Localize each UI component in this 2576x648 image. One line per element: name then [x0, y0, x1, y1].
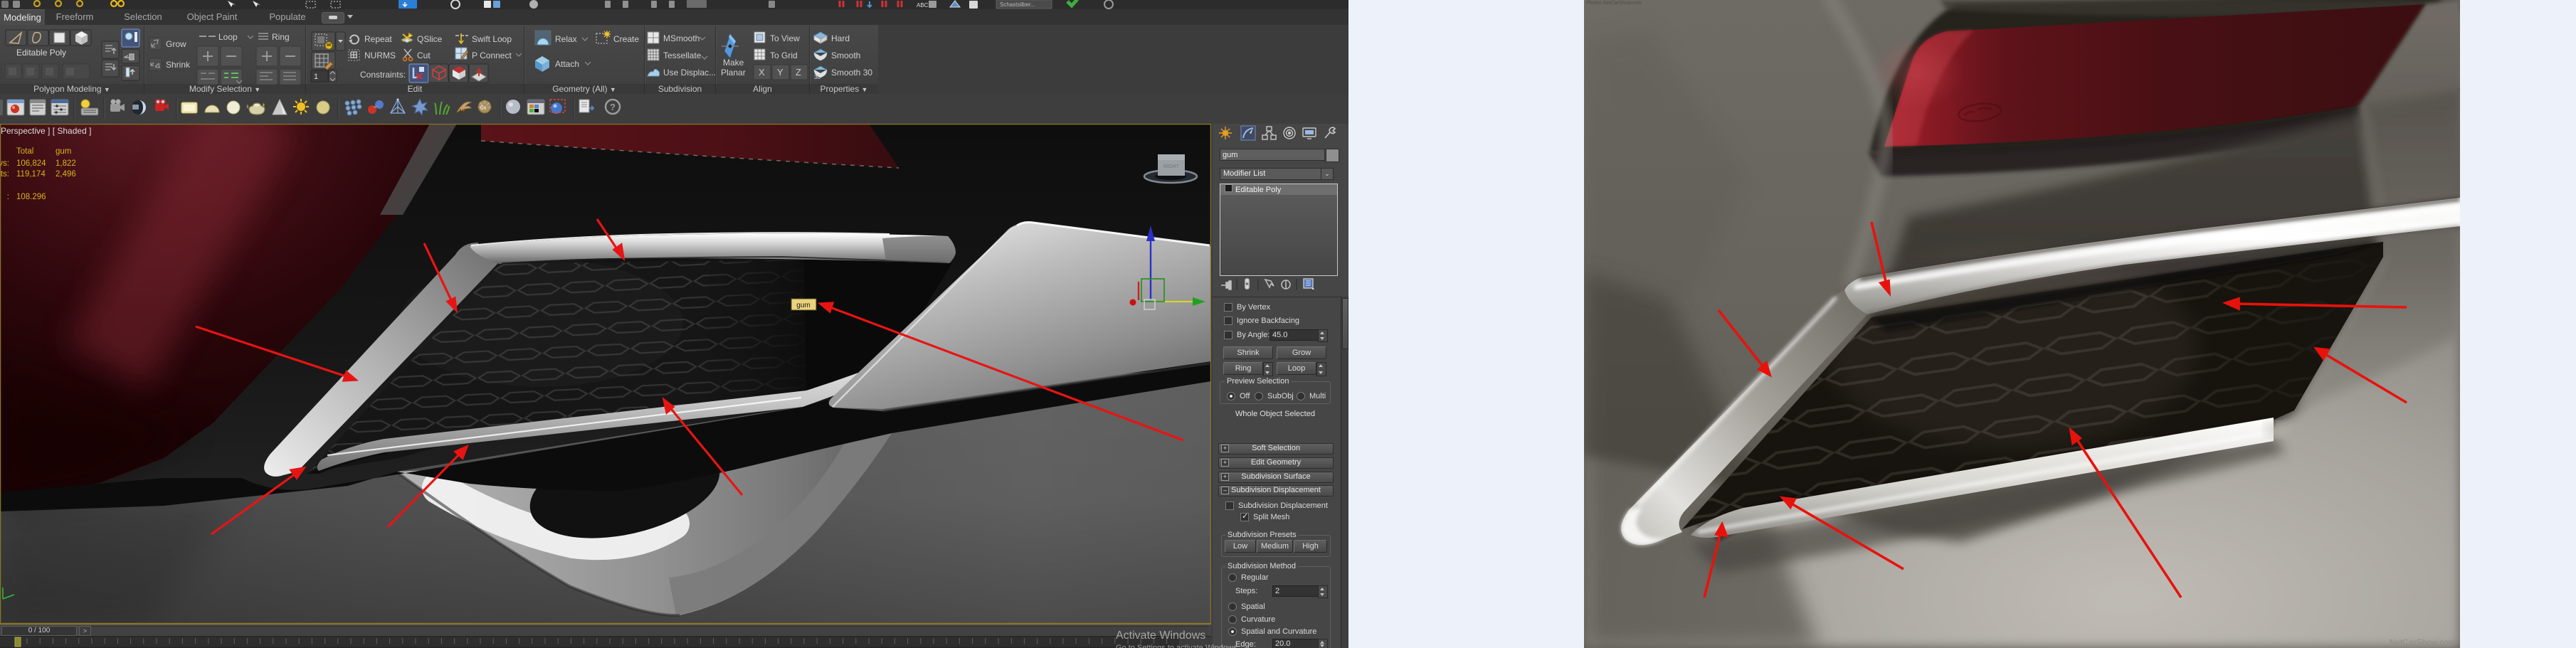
svg-text:Planar: Planar: [721, 68, 746, 78]
svg-text:NetCarShow.com: NetCarShow.com: [2390, 637, 2456, 647]
svg-text:Y: Y: [777, 67, 783, 78]
svg-text:Make: Make: [723, 58, 744, 68]
svg-text:Ring: Ring: [272, 32, 290, 42]
svg-text:1: 1: [314, 73, 318, 81]
svg-text:gum: gum: [56, 147, 71, 156]
svg-text:30: 30: [814, 74, 820, 80]
svg-text:Editable Poly: Editable Poly: [16, 48, 66, 58]
svg-text:Cut: Cut: [417, 51, 431, 60]
svg-text:QSlice: QSlice: [417, 34, 443, 44]
svg-text:108.296: 108.296: [16, 193, 46, 201]
svg-text:Grow: Grow: [166, 39, 186, 49]
svg-text:1,822: 1,822: [56, 159, 76, 168]
svg-text:gum: gum: [796, 302, 810, 309]
svg-text:ABC: ABC: [917, 2, 929, 9]
svg-text:Relax: Relax: [555, 34, 577, 44]
svg-text:Perspective ] [ Shaded ]: Perspective ] [ Shaded ]: [1, 126, 91, 136]
svg-text:?: ?: [610, 102, 616, 112]
svg-text:RIGHT: RIGHT: [1163, 164, 1180, 169]
svg-text:Tessellate: Tessellate: [663, 51, 702, 60]
svg-text:To View: To View: [770, 33, 800, 43]
svg-text:vs:: vs:: [0, 159, 9, 168]
svg-text:Schastsilber...: Schastsilber...: [1000, 1, 1035, 8]
svg-text:Shrink: Shrink: [166, 60, 191, 70]
svg-text:Smooth 30: Smooth 30: [831, 68, 872, 78]
svg-text:X: X: [759, 67, 765, 78]
svg-text:Constraints:: Constraints:: [360, 70, 406, 80]
svg-text:Loop: Loop: [218, 32, 238, 42]
svg-text:2,496: 2,496: [56, 170, 76, 179]
svg-text:Repeat: Repeat: [364, 34, 392, 44]
svg-text:Create: Create: [613, 34, 639, 44]
svg-text:Hard: Hard: [831, 33, 850, 43]
svg-text:P Connect: P Connect: [472, 51, 512, 60]
svg-text:119,174: 119,174: [16, 170, 46, 179]
svg-text:NURMS: NURMS: [364, 51, 396, 60]
svg-text:Smooth: Smooth: [831, 51, 860, 60]
svg-text:0x: 0x: [480, 105, 486, 111]
svg-text:Photos NetCarShow.com: Photos NetCarShow.com: [1586, 1, 1642, 6]
svg-text:ts:: ts:: [1, 170, 9, 179]
svg-text:Z: Z: [796, 67, 801, 78]
svg-text::: :: [7, 193, 9, 201]
svg-text:106,824: 106,824: [16, 159, 46, 168]
svg-text:Swift Loop: Swift Loop: [472, 34, 512, 44]
svg-text:Use Displac...: Use Displac...: [663, 68, 716, 78]
svg-text:Attach: Attach: [555, 59, 579, 69]
svg-text:To Grid: To Grid: [770, 51, 798, 60]
svg-text:MSmooth: MSmooth: [663, 33, 700, 43]
svg-text:HF: HF: [460, 108, 468, 115]
svg-text:Total: Total: [16, 147, 33, 156]
